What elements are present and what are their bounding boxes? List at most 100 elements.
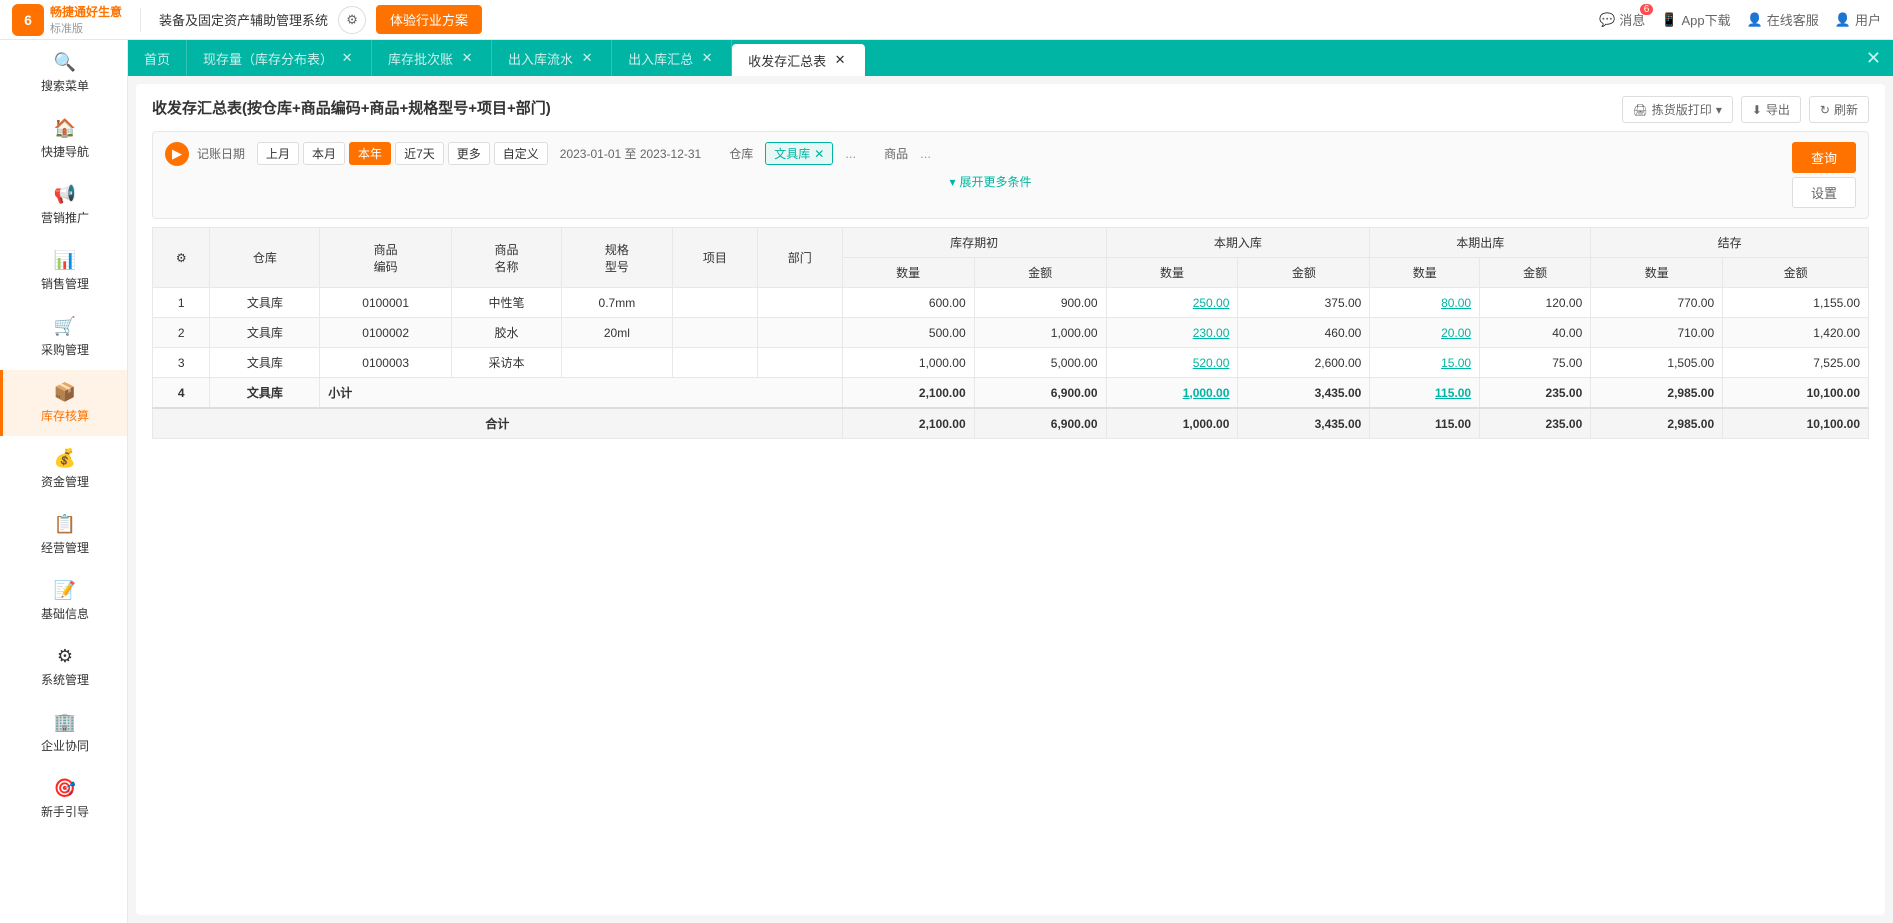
tab-stock-dist-close[interactable]: ✕	[339, 50, 355, 66]
col-open-qty-header: 数量	[842, 258, 974, 288]
data-table: ⚙ 仓库 商品编码 商品名称 规格型号 项目 部门 库存期初 本期入库 本期出库	[152, 227, 1869, 439]
sidebar-item-guide[interactable]: 🎯 新手引导	[0, 766, 127, 832]
row3-in-qty[interactable]: 520.00	[1106, 348, 1238, 378]
row1-out-qty[interactable]: 80.00	[1370, 288, 1480, 318]
app-download-item[interactable]: 📱 App下载	[1661, 10, 1730, 29]
sidebar-item-enterprise[interactable]: 🏢 企业协同	[0, 700, 127, 766]
filter-right: 查询 设置	[1792, 142, 1856, 208]
row2-out-amt: 40.00	[1480, 318, 1591, 348]
top-bar-right: 💬 消息 6 📱 App下载 👤 在线客服 👤 用户	[1599, 10, 1881, 29]
sidebar-item-operations[interactable]: 📋 经营管理	[0, 502, 127, 568]
top-bar: 6 畅捷通好生意 标准版 装备及固定资产辅助管理系统 ⚙ 体验行业方案 💬 消息…	[0, 0, 1893, 40]
col-settings-header[interactable]: ⚙	[153, 228, 210, 288]
expand-more-btn[interactable]: ▾ 展开更多条件	[949, 173, 1031, 190]
sidebar-item-search[interactable]: 🔍 搜索菜单	[0, 40, 127, 106]
print-icon: 🖨	[1633, 103, 1648, 117]
message-icon: 💬	[1599, 12, 1615, 28]
goods-more[interactable]: ...	[920, 146, 931, 161]
tab-batch-close[interactable]: ✕	[459, 50, 475, 66]
filter-main: ▶ 记账日期 上月 本月 本年 近7天 更多 自定义	[165, 142, 1856, 208]
tab-summary-label: 出入库汇总	[628, 49, 693, 68]
row1-close-qty: 770.00	[1591, 288, 1723, 318]
sidebar-item-inventory[interactable]: 📦 库存核算	[0, 370, 127, 436]
row3-out-qty[interactable]: 15.00	[1370, 348, 1480, 378]
date-btn-7days[interactable]: 近7天	[395, 142, 444, 165]
enterprise-icon: 🏢	[54, 712, 76, 733]
system-name: 装备及固定资产辅助管理系统	[159, 10, 328, 29]
subtotal-in-qty[interactable]: 1,000.00	[1106, 378, 1238, 409]
table-row: 1 文具库 0100001 中性笔 0.7mm 600.00 900.00 25…	[153, 288, 1869, 318]
filter-expand-arrow[interactable]: ▶	[165, 142, 189, 166]
sidebar-item-sales[interactable]: 📊 销售管理	[0, 238, 127, 304]
col-warehouse-header: 仓库	[210, 228, 320, 288]
row3-close-qty: 1,505.00	[1591, 348, 1723, 378]
filter-area: ▶ 记账日期 上月 本月 本年 近7天 更多 自定义	[152, 131, 1869, 219]
row3-in-amt: 2,600.00	[1238, 348, 1370, 378]
date-btn-this-month[interactable]: 本月	[303, 142, 345, 165]
subtotal-row: 4 文具库 小计 2,100.00 6,900.00 1,000.00 3,43…	[153, 378, 1869, 409]
row2-close-qty: 710.00	[1591, 318, 1723, 348]
sidebar-item-basic-info[interactable]: 📝 基础信息	[0, 568, 127, 634]
home-icon: 🏠	[54, 118, 76, 139]
date-btn-more[interactable]: 更多	[448, 142, 490, 165]
export-button[interactable]: ⬇ 导出	[1741, 96, 1801, 123]
sidebar-item-finance[interactable]: 💰 资金管理	[0, 436, 127, 502]
tab-flow-close[interactable]: ✕	[579, 50, 595, 66]
subtotal-out-qty[interactable]: 115.00	[1370, 378, 1480, 409]
total-label: 合计	[153, 408, 843, 439]
warehouse-more[interactable]: ...	[845, 146, 856, 161]
row2-close-amt: 1,420.00	[1723, 318, 1869, 348]
col-in-qty-header: 数量	[1106, 258, 1238, 288]
row3-open-amt: 5,000.00	[974, 348, 1106, 378]
operations-icon: 📋	[54, 514, 76, 535]
tab-summary[interactable]: 出入库汇总 ✕	[612, 40, 732, 76]
settings-button[interactable]: ⚙	[338, 6, 366, 34]
row3-spec	[561, 348, 672, 378]
tab-flow[interactable]: 出入库流水 ✕	[492, 40, 612, 76]
print-button[interactable]: 🖨 拣货版打印 ▾	[1622, 96, 1733, 123]
date-btn-custom[interactable]: 自定义	[494, 142, 548, 165]
row1-in-qty[interactable]: 250.00	[1106, 288, 1238, 318]
sidebar-item-purchase[interactable]: 🛒 采购管理	[0, 304, 127, 370]
date-btn-this-year[interactable]: 本年	[349, 142, 391, 165]
sidebar-item-system[interactable]: ⚙ 系统管理	[0, 634, 127, 700]
col-out-qty-header: 数量	[1370, 258, 1480, 288]
tab-batch[interactable]: 库存批次账 ✕	[372, 40, 492, 76]
sidebar-item-quick-nav[interactable]: 🏠 快捷导航	[0, 106, 127, 172]
tab-home[interactable]: 首页	[128, 40, 187, 76]
app-tag: 标准版	[50, 20, 122, 36]
date-btn-last-month[interactable]: 上月	[257, 142, 299, 165]
tab-recv-send-close[interactable]: ✕	[832, 52, 848, 68]
basic-info-icon: 📝	[54, 580, 76, 601]
filter-settings-button[interactable]: 设置	[1792, 177, 1856, 208]
top-bar-left: 6 畅捷通好生意 标准版 装备及固定资产辅助管理系统 ⚙ 体验行业方案	[12, 3, 482, 36]
row2-warehouse: 文具库	[210, 318, 320, 348]
sidebar-label-search: 搜索菜单	[41, 77, 89, 94]
warehouse-tag-close[interactable]: ✕	[814, 147, 824, 161]
sidebar-item-marketing[interactable]: 📢 营销推广	[0, 172, 127, 238]
expand-more-label: 展开更多条件	[960, 173, 1032, 190]
refresh-button[interactable]: ↻ 刷新	[1809, 96, 1869, 123]
col-opening-header: 库存期初	[842, 228, 1106, 258]
tab-flow-label: 出入库流水	[508, 49, 573, 68]
col-name-header: 商品名称	[452, 228, 562, 288]
tab-home-label: 首页	[144, 49, 170, 68]
content-close-button[interactable]: ✕	[1854, 48, 1893, 69]
row2-out-qty[interactable]: 20.00	[1370, 318, 1480, 348]
row2-no: 2	[153, 318, 210, 348]
tab-summary-close[interactable]: ✕	[699, 50, 715, 66]
row1-spec: 0.7mm	[561, 288, 672, 318]
row1-code: 0100001	[320, 288, 452, 318]
subtotal-in-amt: 3,435.00	[1238, 378, 1370, 409]
online-service-item[interactable]: 👤 在线客服	[1747, 10, 1819, 29]
user-item[interactable]: 👤 用户	[1835, 10, 1881, 29]
tab-stock-dist[interactable]: 现存量（库存分布表） ✕	[187, 40, 372, 76]
messages-item[interactable]: 💬 消息 6	[1599, 10, 1645, 29]
tab-recv-send[interactable]: 收发存汇总表 ✕	[732, 44, 865, 76]
user-icon: 👤	[1835, 12, 1851, 28]
total-open-qty: 2,100.00	[842, 408, 974, 439]
row2-in-qty[interactable]: 230.00	[1106, 318, 1238, 348]
trial-button[interactable]: 体验行业方案	[376, 5, 482, 34]
query-button[interactable]: 查询	[1792, 142, 1856, 173]
row2-in-amt: 460.00	[1238, 318, 1370, 348]
